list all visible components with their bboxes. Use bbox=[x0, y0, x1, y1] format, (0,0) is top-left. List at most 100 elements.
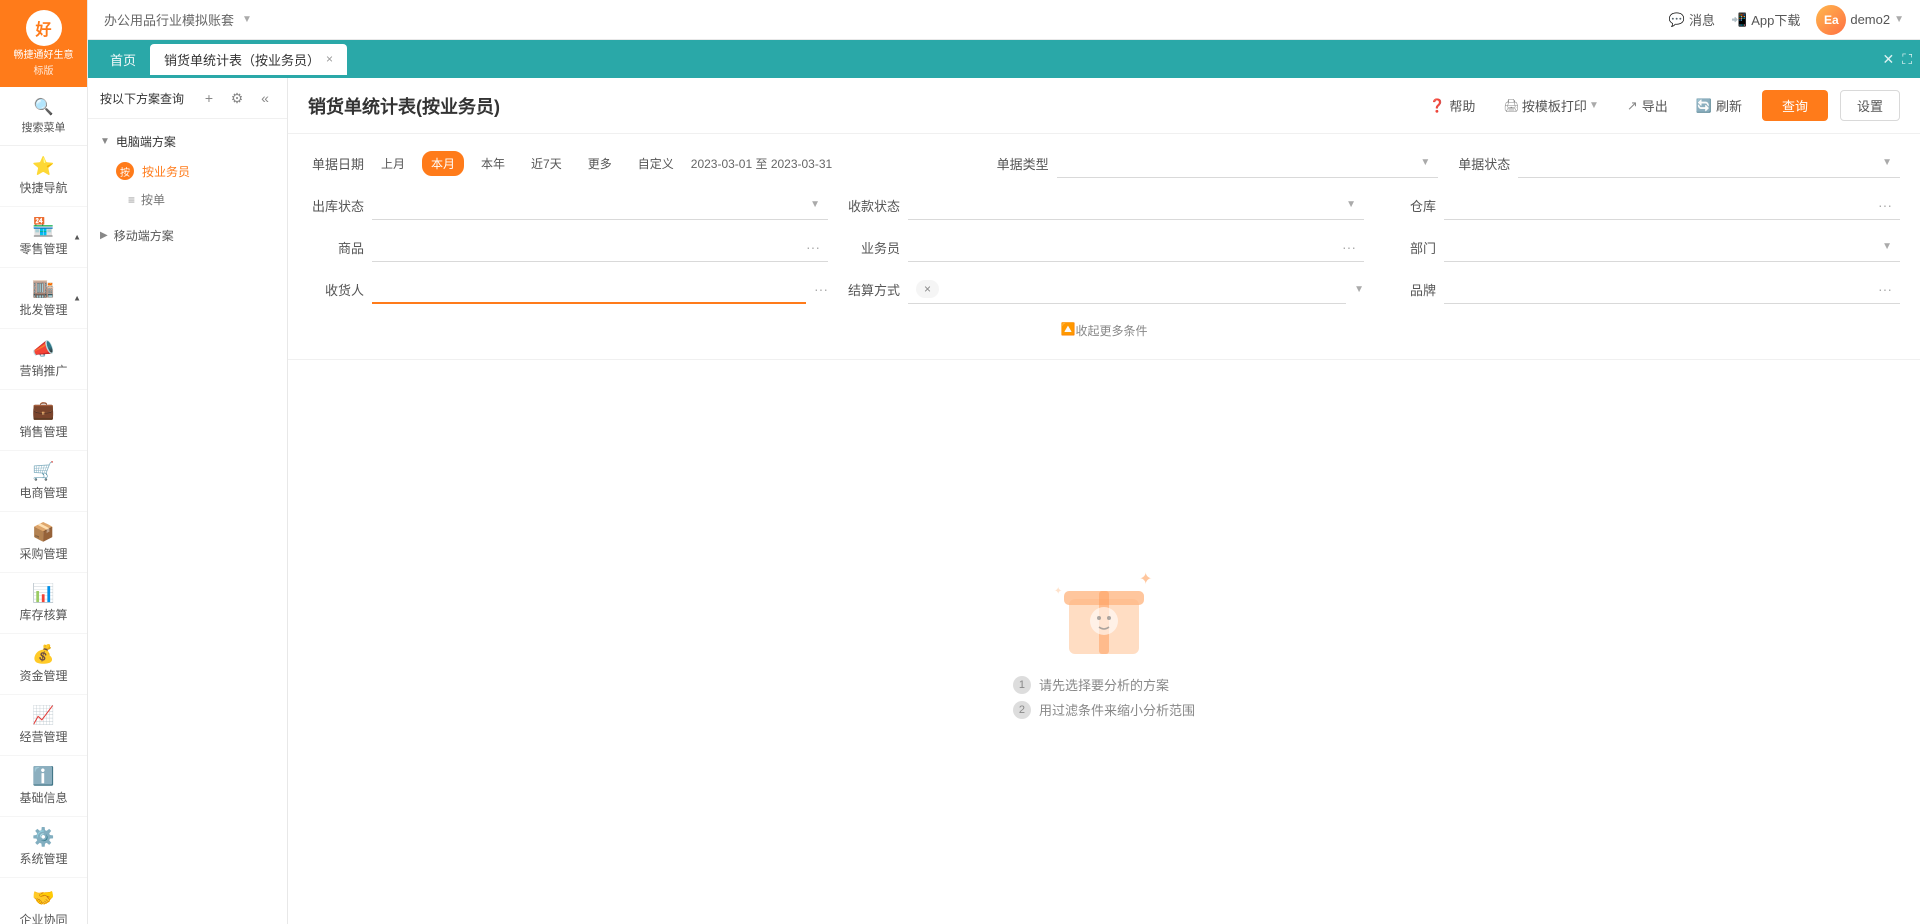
add-scheme-btn[interactable]: + bbox=[199, 88, 219, 108]
settings-button[interactable]: 设置 bbox=[1840, 90, 1900, 121]
sidebar-item-retail[interactable]: 🏪 零售管理 bbox=[0, 207, 87, 268]
desktop-scheme-group: ▼ 电脑端方案 按 按业务员 ≡ 按单 bbox=[88, 119, 287, 221]
sidebar-search[interactable]: 🔍 搜索菜单 bbox=[0, 87, 87, 146]
sidebar-item-ecommerce[interactable]: 🛒 电商管理 bbox=[0, 451, 87, 512]
filter-row-3: 商品 ··· 业务员 ··· 部门 bbox=[308, 232, 1900, 262]
payment-select[interactable]: × bbox=[908, 274, 1346, 304]
tab-expand-area: ✕ ⛶ bbox=[1882, 51, 1912, 68]
sales-icon: 💼 bbox=[32, 400, 54, 421]
sidebar-item-operations[interactable]: 📈 经营管理 bbox=[0, 695, 87, 756]
empty-illustration-svg: ✦ ✦ bbox=[1044, 559, 1164, 659]
mobile-scheme-header[interactable]: ▶ 移动端方案 bbox=[88, 221, 287, 250]
filter-row-1: 单据日期 上月 本月 本年 近7天 更多 自定义 2023-03-01 至 20… bbox=[308, 148, 1900, 178]
sidebar-item-quicknav[interactable]: ⭐ 快捷导航 bbox=[0, 146, 87, 207]
sidebar-item-marketing[interactable]: 📣 营销推广 bbox=[0, 329, 87, 390]
enterprise-label: 企业协同 bbox=[19, 911, 67, 924]
scheme-item-by-order[interactable]: ≡ 按单 bbox=[88, 186, 287, 213]
sidebar-item-finance[interactable]: 💰 资金管理 bbox=[0, 634, 87, 695]
topbar: 办公用品行业模拟账套 ▼ 💬 消息 📲 App下载 Ea demo2 ▼ bbox=[88, 0, 1920, 40]
doc-status-arrow-icon: ▼ bbox=[1882, 157, 1892, 168]
filter-row-2: 出库状态 ▼ 收款状态 ▼ 仓库 bbox=[308, 190, 1900, 220]
app-download-btn[interactable]: 📲 App下载 bbox=[1731, 10, 1800, 29]
print-btn[interactable]: 🖨 按模板打印 ▼ bbox=[1495, 92, 1606, 119]
tab-close-icon[interactable]: × bbox=[326, 52, 333, 66]
collapse-panel-btn[interactable]: « bbox=[255, 88, 275, 108]
refresh-icon: 🔄 bbox=[1696, 98, 1712, 114]
filter-date: 单据日期 上月 本月 本年 近7天 更多 自定义 2023-03-01 至 20… bbox=[308, 151, 977, 176]
sidebar-item-enterprise[interactable]: 🤝 企业协同 bbox=[0, 878, 87, 924]
basicinfo-label: 基础信息 bbox=[19, 789, 67, 806]
empty-step-2: 2 用过滤条件来缩小分析范围 bbox=[1013, 700, 1195, 719]
staff-dots-icon[interactable]: ··· bbox=[1342, 239, 1356, 255]
user-info[interactable]: Ea demo2 ▼ bbox=[1816, 5, 1904, 35]
step-num-1: 1 bbox=[1013, 676, 1031, 694]
close-window-icon[interactable]: ✕ bbox=[1882, 51, 1894, 68]
filter-brand: 品牌 ··· bbox=[1380, 274, 1900, 304]
sub-scheme-icon: ≡ bbox=[128, 193, 135, 207]
search-icon: 🔍 bbox=[34, 97, 54, 117]
date-label: 单据日期 bbox=[308, 154, 364, 173]
messages-btn[interactable]: 💬 消息 bbox=[1669, 10, 1715, 29]
print-dropdown-icon[interactable]: ▼ bbox=[1589, 100, 1599, 111]
sidebar-logo[interactable]: 好 畅捷通好生意 标版 bbox=[0, 0, 87, 87]
quicknav-icon: ⭐ bbox=[32, 156, 54, 177]
refresh-btn[interactable]: 🔄 刷新 bbox=[1688, 92, 1750, 119]
filter-warehouse: 仓库 ··· bbox=[1380, 190, 1900, 220]
payment-tag-close[interactable]: × bbox=[924, 282, 931, 296]
brand-select[interactable]: ··· bbox=[1444, 274, 1900, 304]
refresh-label: 刷新 bbox=[1716, 96, 1742, 115]
sidebar-item-purchase[interactable]: 📦 采购管理 bbox=[0, 512, 87, 573]
doc-type-select[interactable]: ▼ bbox=[1057, 148, 1439, 178]
scheme-item-label: 按业务员 bbox=[142, 163, 190, 180]
date-btn-current-year[interactable]: 本年 bbox=[472, 151, 514, 176]
empty-step-1: 1 请先选择要分析的方案 bbox=[1013, 675, 1195, 694]
export-btn[interactable]: ↗ 导出 bbox=[1619, 92, 1676, 119]
staff-select[interactable]: ··· bbox=[908, 232, 1364, 262]
warehouse-select[interactable]: ··· bbox=[1444, 190, 1900, 220]
logo-text: 畅捷通好生意 bbox=[14, 50, 74, 62]
payment-tag: × bbox=[916, 280, 939, 298]
help-btn[interactable]: ❓ 帮助 bbox=[1421, 92, 1483, 119]
step-2-text: 用过滤条件来缩小分析范围 bbox=[1039, 700, 1195, 719]
scheme-item-by-staff[interactable]: 按 按业务员 bbox=[88, 156, 287, 186]
finance-icon: 💰 bbox=[32, 644, 54, 665]
date-btn-last-month[interactable]: 上月 bbox=[372, 151, 414, 176]
date-btn-7days[interactable]: 近7天 bbox=[522, 151, 571, 176]
query-button[interactable]: 查询 bbox=[1762, 90, 1828, 121]
collapse-icon: 🔼 bbox=[1061, 322, 1076, 339]
dept-select[interactable]: ▼ bbox=[1444, 232, 1900, 262]
consignee-input[interactable] bbox=[372, 274, 806, 304]
empty-illustration: ✦ ✦ bbox=[1044, 559, 1164, 659]
brand-dots-icon[interactable]: ··· bbox=[1878, 281, 1892, 297]
date-btn-more[interactable]: 更多 bbox=[579, 151, 621, 176]
receipt-status-select[interactable]: ▼ bbox=[908, 190, 1364, 220]
main-area: 办公用品行业模拟账套 ▼ 💬 消息 📲 App下载 Ea demo2 ▼ 首页 … bbox=[88, 0, 1920, 924]
sidebar-item-system[interactable]: ⚙️ 系统管理 bbox=[0, 817, 87, 878]
consignee-dots-icon[interactable]: ··· bbox=[814, 281, 828, 297]
sidebar-item-sales[interactable]: 💼 销售管理 bbox=[0, 390, 87, 451]
filter-doc-status: 单据状态 ▼ bbox=[1454, 148, 1900, 178]
enterprise-icon: 🤝 bbox=[32, 888, 54, 909]
sidebar-item-basicinfo[interactable]: ℹ️ 基础信息 bbox=[0, 756, 87, 817]
consignee-label: 收货人 bbox=[308, 280, 364, 299]
filter-receipt-status: 收款状态 ▼ bbox=[844, 190, 1364, 220]
tab-sales-stats[interactable]: 销货单统计表（按业务员） × bbox=[150, 44, 347, 75]
goods-select[interactable]: ··· bbox=[372, 232, 828, 262]
doc-status-select[interactable]: ▼ bbox=[1518, 148, 1900, 178]
date-btn-current-month[interactable]: 本月 bbox=[422, 151, 464, 176]
retail-icon: 🏪 bbox=[32, 217, 54, 238]
ecommerce-icon: 🛒 bbox=[32, 461, 54, 482]
out-status-select[interactable]: ▼ bbox=[372, 190, 828, 220]
svg-text:✦: ✦ bbox=[1054, 586, 1062, 597]
warehouse-dots-icon[interactable]: ··· bbox=[1878, 197, 1892, 213]
desktop-scheme-header[interactable]: ▼ 电脑端方案 bbox=[88, 127, 287, 156]
goods-dots-icon[interactable]: ··· bbox=[806, 239, 820, 255]
sidebar-item-wholesale[interactable]: 🏬 批发管理 bbox=[0, 268, 87, 329]
expand-window-icon[interactable]: ⛶ bbox=[1902, 51, 1912, 68]
collapse-bar[interactable]: 🔼 收起更多条件 bbox=[308, 316, 1900, 345]
tab-home[interactable]: 首页 bbox=[96, 44, 150, 75]
sidebar-item-inventory[interactable]: 📊 库存核算 bbox=[0, 573, 87, 634]
date-btn-custom[interactable]: 自定义 bbox=[629, 151, 683, 176]
content-area: 按以下方案查询 + ⚙ « ▼ 电脑端方案 按 按业务员 ≡ 按 bbox=[88, 78, 1920, 924]
scheme-settings-btn[interactable]: ⚙ bbox=[227, 88, 247, 108]
